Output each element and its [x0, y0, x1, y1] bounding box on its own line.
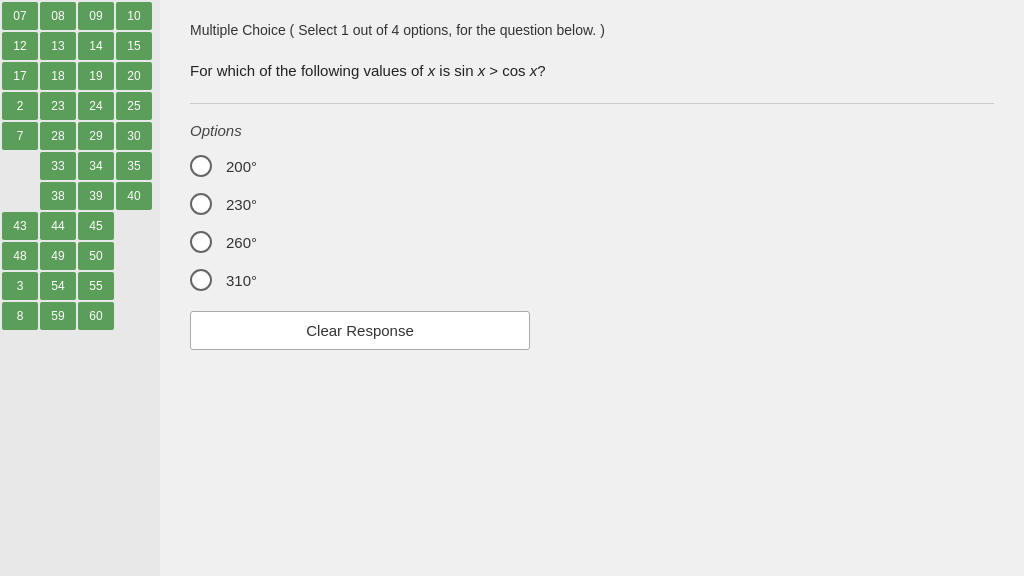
sidebar-cell-8[interactable]: 8: [2, 302, 38, 330]
radio-2[interactable]: [190, 193, 212, 215]
question-text: For which of the following values of x i…: [190, 59, 994, 83]
option-item-3[interactable]: 260°: [190, 231, 994, 253]
sidebar-cell-49[interactable]: 49: [40, 242, 76, 270]
sidebar-cell-39[interactable]: 39: [78, 182, 114, 210]
sidebar-cell-12[interactable]: 12: [2, 32, 38, 60]
radio-4[interactable]: [190, 269, 212, 291]
sidebar-row: 35455: [2, 272, 158, 300]
sidebar-cell-19[interactable]: 19: [78, 62, 114, 90]
sidebar-cell-55[interactable]: 55: [78, 272, 114, 300]
sidebar-cell-29[interactable]: 29: [78, 122, 114, 150]
sidebar-cell-18[interactable]: 18: [40, 62, 76, 90]
sidebar-cell-24[interactable]: 24: [78, 92, 114, 120]
sidebar: 0708091012131415171819202232425728293033…: [0, 0, 160, 576]
sidebar-cell-07[interactable]: 07: [2, 2, 38, 30]
sidebar-cell-15[interactable]: 15: [116, 32, 152, 60]
sidebar-cell-34[interactable]: 34: [78, 152, 114, 180]
sidebar-cell-59[interactable]: 59: [40, 302, 76, 330]
sidebar-cell-08[interactable]: 08: [40, 2, 76, 30]
sidebar-cell-17[interactable]: 17: [2, 62, 38, 90]
sidebar-cell-2[interactable]: 2: [2, 92, 38, 120]
sidebar-cell-28[interactable]: 28: [40, 122, 76, 150]
sidebar-cell-38[interactable]: 38: [40, 182, 76, 210]
sidebar-cell-33[interactable]: 33: [40, 152, 76, 180]
sidebar-cell-60[interactable]: 60: [78, 302, 114, 330]
sidebar-cell-35[interactable]: 35: [116, 152, 152, 180]
sidebar-row: 333435: [2, 152, 158, 180]
sidebar-cell-20[interactable]: 20: [116, 62, 152, 90]
sidebar-row: 2232425: [2, 92, 158, 120]
sidebar-row: 484950: [2, 242, 158, 270]
divider: [190, 103, 994, 104]
main-content: Multiple Choice ( Select 1 out of 4 opti…: [160, 0, 1024, 576]
sidebar-row: 383940: [2, 182, 158, 210]
sidebar-cell-54[interactable]: 54: [40, 272, 76, 300]
instruction-text: Multiple Choice ( Select 1 out of 4 opti…: [190, 20, 994, 41]
option-label-3: 260°: [226, 234, 257, 251]
option-label-2: 230°: [226, 196, 257, 213]
sidebar-cell-50[interactable]: 50: [78, 242, 114, 270]
sidebar-cell-48[interactable]: 48: [2, 242, 38, 270]
sidebar-cell-30[interactable]: 30: [116, 122, 152, 150]
sidebar-row: 12131415: [2, 32, 158, 60]
sidebar-cell-7[interactable]: 7: [2, 122, 38, 150]
radio-3[interactable]: [190, 231, 212, 253]
sidebar-cell-3[interactable]: 3: [2, 272, 38, 300]
sidebar-cell-45[interactable]: 45: [78, 212, 114, 240]
options-list: 200° 230° 260° 310°: [190, 155, 994, 291]
sidebar-cell-23[interactable]: 23: [40, 92, 76, 120]
clear-response-button[interactable]: Clear Response: [190, 311, 530, 350]
sidebar-cell-13[interactable]: 13: [40, 32, 76, 60]
sidebar-row: 85960: [2, 302, 158, 330]
option-item-4[interactable]: 310°: [190, 269, 994, 291]
option-label-4: 310°: [226, 272, 257, 289]
sidebar-cell-44[interactable]: 44: [40, 212, 76, 240]
sidebar-cell-40[interactable]: 40: [116, 182, 152, 210]
sidebar-cell-14[interactable]: 14: [78, 32, 114, 60]
options-label: Options: [190, 122, 994, 139]
option-item-1[interactable]: 200°: [190, 155, 994, 177]
option-label-1: 200°: [226, 158, 257, 175]
sidebar-cell-10[interactable]: 10: [116, 2, 152, 30]
sidebar-row: 17181920: [2, 62, 158, 90]
sidebar-cell-09[interactable]: 09: [78, 2, 114, 30]
sidebar-row: 07080910: [2, 2, 158, 30]
sidebar-cell-43[interactable]: 43: [2, 212, 38, 240]
sidebar-row: 434445: [2, 212, 158, 240]
sidebar-cell-25[interactable]: 25: [116, 92, 152, 120]
radio-1[interactable]: [190, 155, 212, 177]
sidebar-row: 7282930: [2, 122, 158, 150]
option-item-2[interactable]: 230°: [190, 193, 994, 215]
